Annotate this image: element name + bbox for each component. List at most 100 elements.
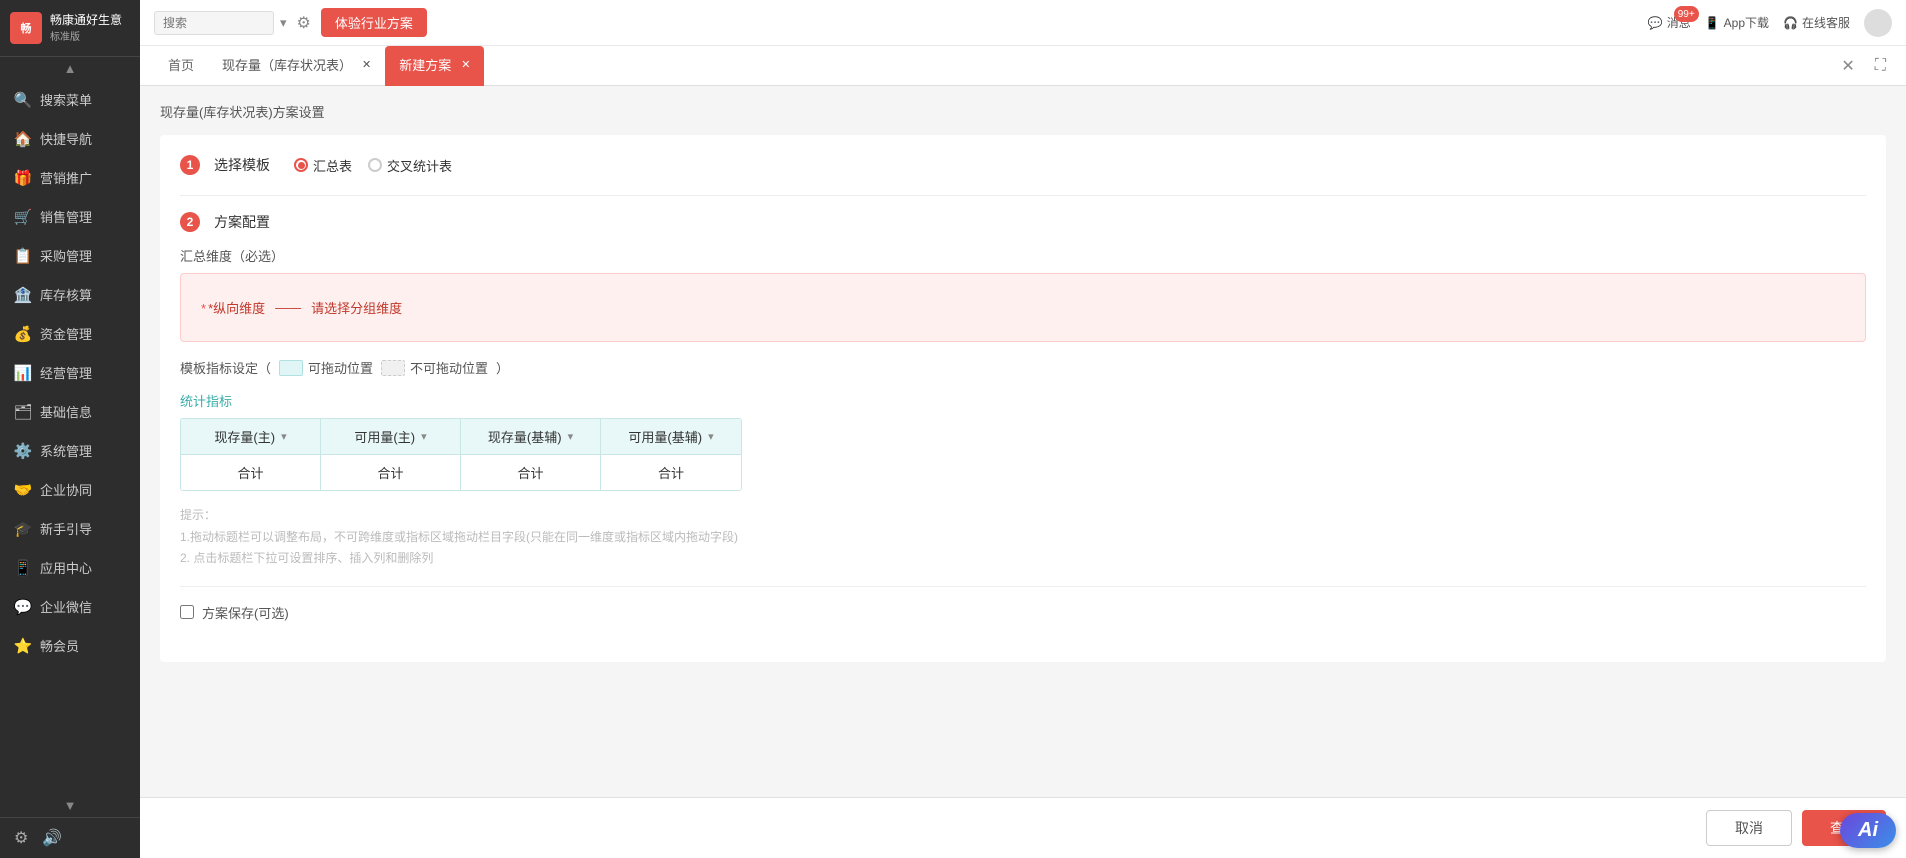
sidebar-item-enterprise[interactable]: 🤝 企业协同: [0, 470, 140, 509]
search-input[interactable]: [154, 11, 274, 35]
step2-badge: 2: [180, 212, 200, 232]
sidebar-label-purchase: 采购管理: [40, 246, 92, 265]
headset-icon: 🎧: [1783, 16, 1798, 30]
stats-data-row: 合计 合计 合计 合计: [181, 454, 741, 490]
sidebar-label-enterprise: 企业协同: [40, 480, 92, 499]
stats-label: 统计指标: [180, 391, 1866, 410]
tab-maximize-btn[interactable]: ⛶: [1869, 55, 1892, 77]
save-scheme-checkbox[interactable]: [180, 605, 194, 619]
app-logo: 畅 畅康通好生意 标准版: [0, 0, 140, 57]
sidebar-label-inventory: 库存核算: [40, 285, 92, 304]
gear-icon[interactable]: ⚙: [297, 13, 311, 33]
stats-header-row: 现存量(主) ▾ 可用量(主) ▾ 现存量(基辅) ▾ 可用量(基辅): [181, 419, 741, 454]
topbar-icons: 💬 消息 99+ 📱 App下载 🎧 在线客服: [1648, 9, 1892, 37]
sidebar-item-sales[interactable]: 🛒 销售管理: [0, 197, 140, 236]
radio-cross-circle: [368, 158, 382, 172]
tab-new-scheme[interactable]: 新建方案 ✕: [385, 46, 484, 86]
sidebar-scroll-down[interactable]: ▼: [0, 794, 140, 817]
sidebar-item-search-menu[interactable]: 🔍 搜索菜单: [0, 80, 140, 119]
sidebar-label-member: 畅会员: [40, 636, 79, 655]
sidebar-item-quick-nav[interactable]: 🏠 快捷导航: [0, 119, 140, 158]
tab-inventory-status[interactable]: 现存量（库存状况表） ✕: [208, 46, 385, 86]
tips-title: 提示：: [180, 508, 216, 522]
chevron-3: ▾: [708, 430, 714, 443]
radio-cross[interactable]: 交叉统计表: [368, 156, 452, 175]
sidebar-item-purchase[interactable]: 📋 采购管理: [0, 236, 140, 275]
tab-close-btn[interactable]: ✕: [1835, 54, 1860, 78]
quick-nav-icon: 🏠: [14, 130, 32, 148]
app-name: 畅康通好生意: [50, 13, 122, 29]
step1-row: 1 选择模板 汇总表 交叉统计表: [180, 155, 1866, 175]
sidebar-item-system[interactable]: ⚙️ 系统管理: [0, 431, 140, 470]
message-badge: 99+: [1674, 6, 1699, 22]
sound-icon[interactable]: 🔊: [42, 828, 62, 848]
stats-header-1[interactable]: 可用量(主) ▾: [321, 419, 461, 454]
message-item[interactable]: 💬 消息 99+: [1648, 14, 1691, 31]
industry-btn[interactable]: 体验行业方案: [321, 8, 427, 37]
step2-label: 方案配置: [214, 212, 270, 232]
page-title: 现存量(库存状况表)方案设置: [160, 102, 1886, 121]
sidebar-item-marketing[interactable]: 🎁 营销推广: [0, 158, 140, 197]
sidebar-label-basic-info: 基础信息: [40, 402, 92, 421]
stats-header-2[interactable]: 现存量(基辅) ▾: [461, 419, 601, 454]
app-download-item[interactable]: 📱 App下载: [1705, 14, 1769, 31]
chevron-1: ▾: [421, 430, 427, 443]
sales-icon: 🛒: [14, 208, 32, 226]
dimension-area: **纵向维度 —— 请选择分组维度: [180, 273, 1866, 342]
online-service-item[interactable]: 🎧 在线客服: [1783, 14, 1850, 31]
topbar: ▾ ⚙ 体验行业方案 💬 消息 99+ 📱 App下载 🎧 在线客服: [140, 0, 1906, 46]
main-area: ▾ ⚙ 体验行业方案 💬 消息 99+ 📱 App下载 🎧 在线客服 首页: [140, 0, 1906, 858]
tab-inventory-close[interactable]: ✕: [362, 58, 371, 71]
stats-summary-1: 合计: [377, 463, 403, 482]
step1-label: 选择模板: [214, 155, 270, 175]
basic-info-icon: 🗂: [14, 403, 32, 421]
sidebar-label-quick-nav: 快捷导航: [40, 129, 92, 148]
sidebar-label-wechat: 企业微信: [40, 597, 92, 616]
sidebar-label-operation: 经营管理: [40, 363, 92, 382]
required-star: **纵向维度: [201, 298, 265, 317]
user-avatar[interactable]: [1864, 9, 1892, 37]
chevron-0: ▾: [281, 430, 287, 443]
tab-new-scheme-close[interactable]: ✕: [461, 58, 470, 71]
footer-bar: 取消 查询: [140, 797, 1906, 858]
sidebar-label-app-center: 应用中心: [40, 558, 92, 577]
sidebar-item-member[interactable]: ⭐ 畅会员: [0, 626, 140, 665]
save-scheme-row: 方案保存(可选): [180, 603, 1866, 622]
dim-placeholder: 请选择分组维度: [311, 298, 402, 317]
dimension-label: 汇总维度（必选）: [180, 246, 1866, 265]
search-area: ▾: [154, 11, 287, 35]
sidebar-item-wechat[interactable]: 💬 企业微信: [0, 587, 140, 626]
sidebar-item-operation[interactable]: 📊 经营管理: [0, 353, 140, 392]
purchase-icon: 📋: [14, 247, 32, 265]
stats-header-3[interactable]: 可用量(基辅) ▾: [601, 419, 741, 454]
save-scheme-label: 方案保存(可选): [202, 603, 289, 622]
cancel-button[interactable]: 取消: [1706, 810, 1792, 846]
sidebar-item-app-center[interactable]: 📱 应用中心: [0, 548, 140, 587]
enterprise-icon: 🤝: [14, 481, 32, 499]
sidebar-scroll-up[interactable]: ▲: [0, 57, 140, 80]
step1-badge: 1: [180, 155, 200, 175]
settings-icon[interactable]: ⚙: [14, 828, 28, 848]
tips-section: 提示： 1.拖动标题栏可以调整布局，不可跨维度或指标区域拖动栏目字段(只能在同一…: [180, 505, 1866, 570]
message-icon: 💬: [1648, 16, 1663, 30]
radio-summary[interactable]: 汇总表: [294, 156, 352, 175]
sidebar-item-inventory[interactable]: 🏦 库存核算: [0, 275, 140, 314]
template-settings-row: 模板指标设定（ 可拖动位置 不可拖动位置 ）: [180, 358, 1866, 377]
sidebar-item-basic-info[interactable]: 🗂 基础信息: [0, 392, 140, 431]
stats-col-label-2: 现存量(基辅): [488, 427, 562, 446]
stats-section: 统计指标 现存量(主) ▾ 可用量(主) ▾ 现存量(基辅): [180, 391, 1866, 491]
phone-icon: 📱: [1705, 16, 1720, 30]
stats-table: 现存量(主) ▾ 可用量(主) ▾ 现存量(基辅) ▾ 可用量(基辅): [180, 418, 742, 491]
sidebar-item-newbie[interactable]: 🎓 新手引导: [0, 509, 140, 548]
sidebar-item-finance[interactable]: 💰 资金管理: [0, 314, 140, 353]
stats-summary-0: 合计: [237, 463, 263, 482]
stats-data-3: 合计: [601, 455, 741, 490]
tab-home[interactable]: 首页: [154, 46, 208, 86]
divider-2: [180, 586, 1866, 587]
system-icon: ⚙️: [14, 442, 32, 460]
tab-home-label: 首页: [168, 55, 194, 74]
dropdown-icon[interactable]: ▾: [280, 15, 287, 31]
ai-badge[interactable]: Ai: [1840, 813, 1896, 848]
stats-col-label-1: 可用量(主): [354, 427, 415, 446]
stats-header-0[interactable]: 现存量(主) ▾: [181, 419, 321, 454]
